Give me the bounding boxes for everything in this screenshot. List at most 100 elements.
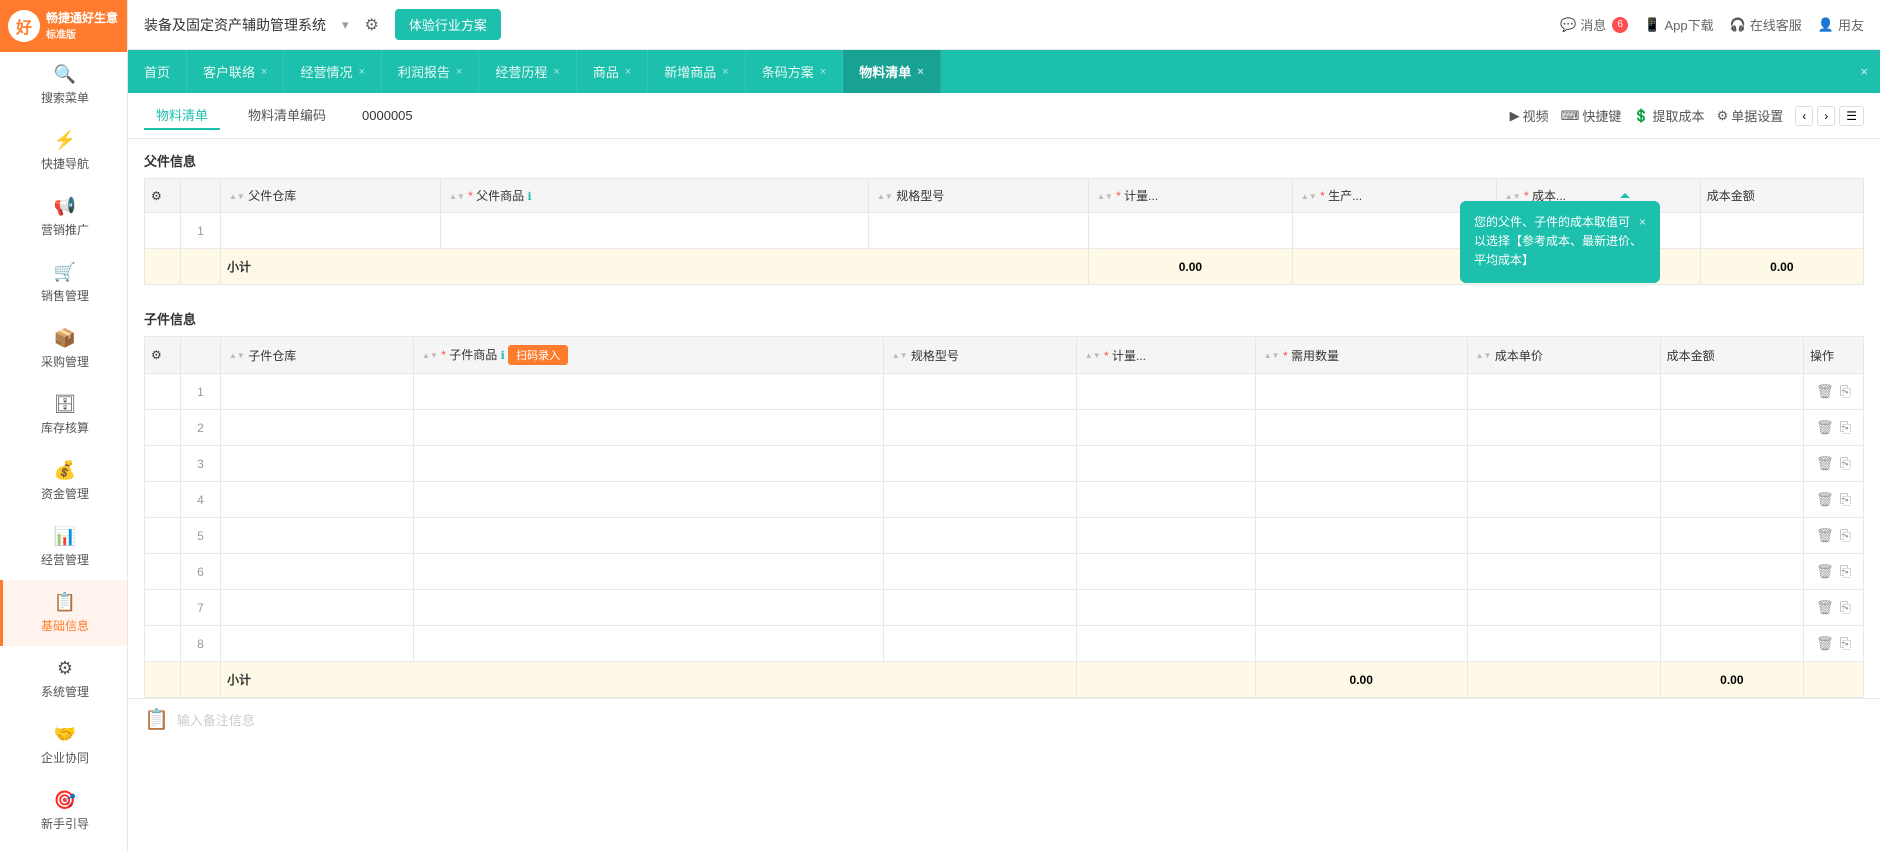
view-video-button[interactable]: ▶ 视频 <box>1510 106 1549 125</box>
sidebar-item-operations[interactable]: 📊 经营管理 <box>0 514 127 580</box>
tab-history-close[interactable]: × <box>553 66 559 78</box>
tab-profit[interactable]: 利润报告 × <box>382 50 479 93</box>
child-row7-cost-price[interactable] <box>1467 590 1660 626</box>
tooltip-close-button[interactable]: × <box>1639 213 1646 232</box>
delete-icon[interactable]: 🗑 <box>1816 599 1834 616</box>
child-row1-qty[interactable] <box>1255 374 1467 410</box>
delete-icon[interactable]: 🗑 <box>1816 383 1834 400</box>
prev-page-button[interactable]: ‹ <box>1795 106 1813 126</box>
child-row2-goods[interactable] <box>414 410 884 446</box>
child-row8-warehouse[interactable] <box>221 626 414 662</box>
child-row4-qty[interactable] <box>1255 482 1467 518</box>
child-row6-warehouse[interactable] <box>221 554 414 590</box>
tab-goods-close[interactable]: × <box>625 66 631 78</box>
child-row3-qty[interactable] <box>1255 446 1467 482</box>
trial-button[interactable]: 体验行业方案 <box>395 9 501 40</box>
tab-profit-close[interactable]: × <box>456 66 462 78</box>
child-row8-qty[interactable] <box>1255 626 1467 662</box>
tab-newgoods-close[interactable]: × <box>722 66 728 78</box>
child-row8-goods[interactable] <box>414 626 884 662</box>
child-row2-unit[interactable] <box>1076 410 1255 446</box>
parent-col-settings[interactable]: ⚙ <box>145 179 181 213</box>
child-row7-warehouse[interactable] <box>221 590 414 626</box>
child-row1-warehouse[interactable] <box>221 374 414 410</box>
sidebar-item-purchase[interactable]: 📦 采购管理 <box>0 316 127 382</box>
tab-customers-close[interactable]: × <box>261 66 267 78</box>
child-row3-unit[interactable] <box>1076 446 1255 482</box>
copy-icon[interactable]: ⎘ <box>1840 383 1851 400</box>
single-settings-button[interactable]: ⚙ 单据设置 <box>1717 106 1784 125</box>
child-row6-cost-price[interactable] <box>1467 554 1660 590</box>
tab-newgoods[interactable]: 新增商品 × <box>648 50 745 93</box>
sidebar-item-finance[interactable]: 💰 资金管理 <box>0 448 127 514</box>
copy-icon[interactable]: ⎘ <box>1840 491 1851 508</box>
user-avatar[interactable]: 👤 用友 <box>1818 15 1864 34</box>
close-all-tabs[interactable]: × <box>1848 52 1880 91</box>
child-row2-warehouse[interactable] <box>221 410 414 446</box>
child-row2-spec[interactable] <box>883 410 1076 446</box>
message-button[interactable]: 💬 消息 6 <box>1560 15 1628 34</box>
delete-icon[interactable]: 🗑 <box>1816 455 1834 472</box>
sidebar-item-quicknav[interactable]: ⚡ 快捷导航 <box>0 118 127 184</box>
child-row3-goods[interactable] <box>414 446 884 482</box>
tab-customers[interactable]: 客户联络 × <box>187 50 284 93</box>
child-row8-spec[interactable] <box>883 626 1076 662</box>
child-row1-spec[interactable] <box>883 374 1076 410</box>
parent-row1-goods[interactable] <box>440 213 868 249</box>
shortcut-button[interactable]: ⌨ 快捷键 <box>1561 106 1622 125</box>
delete-icon[interactable]: 🗑 <box>1816 419 1834 436</box>
dropdown-arrow-icon[interactable]: ▾ <box>342 17 349 33</box>
copy-icon[interactable]: ⎘ <box>1840 599 1851 616</box>
delete-icon[interactable]: 🗑 <box>1816 635 1834 652</box>
parent-row1-warehouse[interactable] <box>221 213 441 249</box>
child-row3-warehouse[interactable] <box>221 446 414 482</box>
online-support-button[interactable]: 🎧 在线客服 <box>1730 15 1802 34</box>
sidebar-item-guide[interactable]: 🎯 新手引导 <box>0 778 127 844</box>
sidebar-item-marketing[interactable]: 📢 营销推广 <box>0 184 127 250</box>
child-row4-unit[interactable] <box>1076 482 1255 518</box>
parent-row1-spec[interactable] <box>869 213 1089 249</box>
tab-goods[interactable]: 商品 × <box>577 50 648 93</box>
child-row1-unit[interactable] <box>1076 374 1255 410</box>
child-row5-goods[interactable] <box>414 518 884 554</box>
child-row6-unit[interactable] <box>1076 554 1255 590</box>
child-row6-goods[interactable] <box>414 554 884 590</box>
child-row5-qty[interactable] <box>1255 518 1467 554</box>
child-row2-cost-price[interactable] <box>1467 410 1660 446</box>
settings-icon[interactable]: ⚙ <box>365 15 379 35</box>
child-row1-cost-price[interactable] <box>1467 374 1660 410</box>
delete-icon[interactable]: 🗑 <box>1816 527 1834 544</box>
sidebar-item-system[interactable]: ⚙ 系统管理 <box>0 646 127 712</box>
tab-barcode[interactable]: 条码方案 × <box>746 50 843 93</box>
next-page-button[interactable]: › <box>1817 106 1835 126</box>
scan-input-button[interactable]: 扫码录入 <box>508 345 568 365</box>
child-row4-warehouse[interactable] <box>221 482 414 518</box>
child-row3-cost-price[interactable] <box>1467 446 1660 482</box>
sub-tab-bom[interactable]: 物料清单 <box>144 101 220 130</box>
app-download-button[interactable]: 📱 App下载 <box>1644 15 1713 34</box>
copy-icon[interactable]: ⎘ <box>1840 527 1851 544</box>
copy-icon[interactable]: ⎘ <box>1840 455 1851 472</box>
child-row6-qty[interactable] <box>1255 554 1467 590</box>
tab-bom-close[interactable]: × <box>917 66 923 78</box>
delete-icon[interactable]: 🗑 <box>1816 563 1834 580</box>
sidebar-item-sales[interactable]: 🛒 销售管理 <box>0 250 127 316</box>
child-row8-unit[interactable] <box>1076 626 1255 662</box>
child-row4-goods[interactable] <box>414 482 884 518</box>
list-view-button[interactable]: ☰ <box>1839 106 1864 126</box>
child-row5-unit[interactable] <box>1076 518 1255 554</box>
tab-barcode-close[interactable]: × <box>820 66 826 78</box>
sidebar-item-collab[interactable]: 🤝 企业协同 <box>0 712 127 778</box>
child-row3-spec[interactable] <box>883 446 1076 482</box>
copy-icon[interactable]: ⎘ <box>1840 635 1851 652</box>
child-row4-spec[interactable] <box>883 482 1076 518</box>
sidebar-item-inventory[interactable]: 🗄 库存核算 <box>0 382 127 448</box>
child-row2-qty[interactable] <box>1255 410 1467 446</box>
delete-icon[interactable]: 🗑 <box>1816 491 1834 508</box>
sub-tab-bom-code[interactable]: 物料清单编码 <box>236 101 338 130</box>
copy-icon[interactable]: ⎘ <box>1840 419 1851 436</box>
extract-cost-button[interactable]: 💲 提取成本 <box>1633 106 1704 125</box>
sidebar-item-basic[interactable]: 📋 基础信息 <box>0 580 127 646</box>
tab-operations[interactable]: 经营情况 × <box>284 50 381 93</box>
copy-icon[interactable]: ⎘ <box>1840 563 1851 580</box>
